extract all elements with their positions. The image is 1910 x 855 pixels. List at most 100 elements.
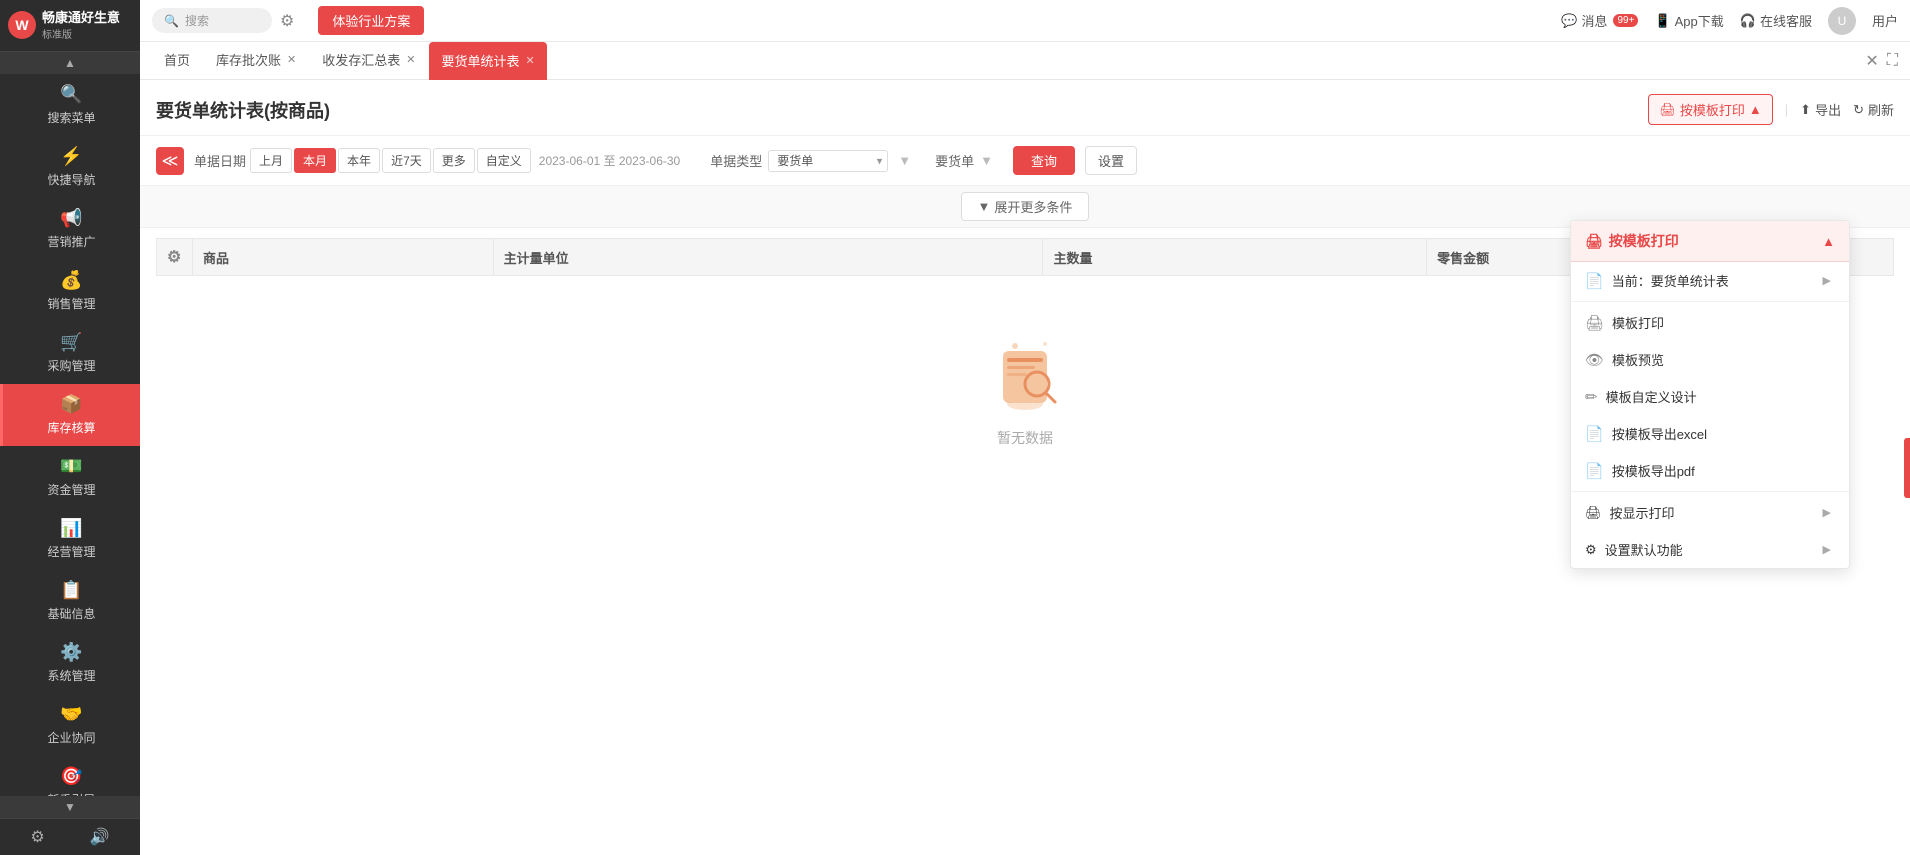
sidebar-item-collab[interactable]: 🤝 企业协同 xyxy=(0,694,140,756)
filter-collapse-btn[interactable]: ≪ xyxy=(156,147,184,175)
guide-icon: 🎯 xyxy=(60,766,82,787)
template-design-icon: ✏ xyxy=(1585,388,1598,406)
date-btn-custom[interactable]: 自定义 xyxy=(477,148,531,173)
settings-btn[interactable]: 设置 xyxy=(1085,146,1137,175)
dropdown-header: 🖨 按模板打印 ▲ xyxy=(1571,221,1849,262)
dropdown-item-default-func[interactable]: ⚙ 设置默认功能 ▶ xyxy=(1571,531,1849,568)
sidebar-item-system[interactable]: ⚙️ 系统管理 xyxy=(0,632,140,694)
resize-handle[interactable] xyxy=(1904,438,1910,498)
print-template-btn[interactable]: 🖨 按模板打印 ▲ xyxy=(1648,94,1772,125)
sidebar-item-label: 销售管理 xyxy=(47,295,95,312)
sidebar-item-guide[interactable]: 🎯 新手引导 xyxy=(0,756,140,796)
topbar-gear-icon[interactable]: ⚙ xyxy=(280,11,294,31)
template-excel-label: 按模板导出excel xyxy=(1612,424,1707,443)
topbar-actions: 💬 消息 99+ 📱 App下载 🎧 在线客服 U 用户 xyxy=(1561,7,1898,35)
date-btn-current-year[interactable]: 本年 xyxy=(338,148,380,173)
topbar-search[interactable]: 🔍 搜索 xyxy=(152,8,272,33)
type-label: 单据类型 xyxy=(710,151,762,170)
display-print-arrow: ▶ xyxy=(1823,506,1831,519)
type-select[interactable]: 要货单 xyxy=(768,150,888,172)
export-btn[interactable]: ⬆ 导出 xyxy=(1800,100,1841,119)
support-action[interactable]: 🎧 在线客服 xyxy=(1740,11,1812,30)
logo-icon: W xyxy=(8,11,36,39)
search-icon: 🔍 xyxy=(60,84,82,105)
tab-inventory-batch[interactable]: 库存批次账 ✕ xyxy=(204,42,308,80)
sidebar-item-label: 库存核算 xyxy=(47,419,95,436)
tab-close-icon[interactable]: ✕ xyxy=(287,53,296,66)
table-settings-icon[interactable]: ⚙ xyxy=(167,249,181,266)
tab-order-stats[interactable]: 要货单统计表 ✕ xyxy=(429,42,546,80)
content-area: 要货单统计表(按商品) 🖨 按模板打印 ▲ | ⬆ 导出 ↻ 刷新 xyxy=(140,80,1910,855)
tab-close-window-icon[interactable]: ✕ xyxy=(1865,51,1878,71)
tab-right-buttons: ✕ ⛶ xyxy=(1865,51,1898,71)
sound-bottom-icon[interactable]: 🔊 xyxy=(90,827,110,847)
user-avatar[interactable]: U xyxy=(1828,7,1856,35)
sidebar-item-inventory[interactable]: 📦 库存核算 xyxy=(0,384,140,446)
sidebar-item-quicknav[interactable]: ⚡ 快捷导航 xyxy=(0,136,140,198)
sidebar-scroll-down[interactable]: ▼ xyxy=(0,796,140,818)
date-btn-last7[interactable]: 近7天 xyxy=(382,148,431,173)
empty-text: 暂无数据 xyxy=(997,428,1053,448)
dropdown-divider-1 xyxy=(1571,301,1849,302)
tab-close-icon[interactable]: ✕ xyxy=(526,54,535,67)
template-excel-icon: 📄 xyxy=(1585,425,1604,443)
template-preview-label: 模板预览 xyxy=(1612,350,1664,369)
table-header-settings[interactable]: ⚙ xyxy=(157,239,193,276)
date-btn-current-month[interactable]: 本月 xyxy=(294,148,336,173)
dropdown-item-template-excel[interactable]: 📄 按模板导出excel xyxy=(1571,415,1849,452)
query-btn[interactable]: 查询 xyxy=(1013,146,1075,175)
dropdown-item-template-print[interactable]: 🖨 模板打印 xyxy=(1571,304,1849,341)
sidebar-item-search[interactable]: 🔍 搜索菜单 xyxy=(0,74,140,136)
tab-label: 库存批次账 xyxy=(216,50,281,69)
sidebar-scroll-up[interactable]: ▲ xyxy=(0,52,140,74)
dropdown-item-display-print[interactable]: 🖨 按显示打印 ▶ xyxy=(1571,494,1849,531)
dropdown-item-template-pdf[interactable]: 📄 按模板导出pdf xyxy=(1571,452,1849,489)
sidebar-item-sales[interactable]: 💰 销售管理 xyxy=(0,260,140,322)
operation-icon: 📊 xyxy=(60,518,82,539)
page-actions: 🖨 按模板打印 ▲ | ⬆ 导出 ↻ 刷新 xyxy=(1648,94,1894,125)
template-preview-icon: 👁 xyxy=(1585,351,1604,369)
expand-more-btn[interactable]: ▼ 展开更多条件 xyxy=(961,192,1090,221)
sidebar-item-marketing[interactable]: 📢 营销推广 xyxy=(0,198,140,260)
display-print-icon: 🖨 xyxy=(1585,505,1602,521)
date-btn-more[interactable]: 更多 xyxy=(433,148,475,173)
print-template-dropdown: 🖨 按模板打印 ▲ 📄 当前：要货单统计表 ▶ 🖨 模板打印 👁 模板预览 xyxy=(1570,220,1850,569)
table-header-unit: 主计量单位 xyxy=(493,239,1043,276)
template-print-icon: 🖨 xyxy=(1585,314,1604,332)
dropdown-current-template[interactable]: 📄 当前：要货单统计表 ▶ xyxy=(1571,262,1849,299)
message-action[interactable]: 💬 消息 99+ xyxy=(1561,11,1638,30)
tab-receipt-summary[interactable]: 收发存汇总表 ✕ xyxy=(310,42,427,80)
dropdown-item-template-design[interactable]: ✏ 模板自定义设计 xyxy=(1571,378,1849,415)
template-design-label: 模板自定义设计 xyxy=(1606,387,1697,406)
tab-close-icon[interactable]: ✕ xyxy=(406,53,415,66)
print-icon: 🖨 xyxy=(1659,102,1676,118)
default-func-left: ⚙ 设置默认功能 xyxy=(1585,540,1683,559)
date-btn-prev-month[interactable]: 上月 xyxy=(250,148,292,173)
template-pdf-icon: 📄 xyxy=(1585,462,1604,480)
table-header-product: 商品 xyxy=(193,239,494,276)
sidebar-item-operation[interactable]: 📊 经营管理 xyxy=(0,508,140,570)
refresh-btn[interactable]: ↻ 刷新 xyxy=(1853,100,1894,119)
dropdown-item-template-preview[interactable]: 👁 模板预览 xyxy=(1571,341,1849,378)
support-icon: 🎧 xyxy=(1740,13,1756,29)
marketing-icon: 📢 xyxy=(60,208,82,229)
sidebar-item-basic[interactable]: 📋 基础信息 xyxy=(0,570,140,632)
sidebar-item-label: 资金管理 xyxy=(47,481,95,498)
sidebar-logo: W 畅康通好生意 标准版 xyxy=(0,0,140,52)
tab-home[interactable]: 首页 xyxy=(152,42,202,80)
sidebar-item-finance[interactable]: 💵 资金管理 xyxy=(0,446,140,508)
trial-btn[interactable]: 体验行业方案 xyxy=(318,6,424,35)
sidebar-item-purchase[interactable]: 🛒 采购管理 xyxy=(0,322,140,384)
page-title: 要货单统计表(按商品) xyxy=(156,97,330,123)
home-label: 首页 xyxy=(164,50,190,69)
default-func-arrow: ▶ xyxy=(1823,543,1831,556)
display-print-label: 按显示打印 xyxy=(1610,503,1675,522)
dropdown-close-arrow[interactable]: ▲ xyxy=(1822,234,1835,249)
settings-bottom-icon[interactable]: ⚙ xyxy=(30,827,44,847)
sidebar-nav: 🔍 搜索菜单 ⚡ 快捷导航 📢 营销推广 💰 销售管理 🛒 采购管理 📦 库存核… xyxy=(0,74,140,796)
app-label: App下载 xyxy=(1675,11,1724,30)
app-download-action[interactable]: 📱 App下载 xyxy=(1654,11,1723,30)
tab-fullscreen-icon[interactable]: ⛶ xyxy=(1887,52,1898,70)
collab-icon: 🤝 xyxy=(60,704,82,725)
date-buttons: 上月 本月 本年 近7天 更多 自定义 xyxy=(250,148,531,173)
